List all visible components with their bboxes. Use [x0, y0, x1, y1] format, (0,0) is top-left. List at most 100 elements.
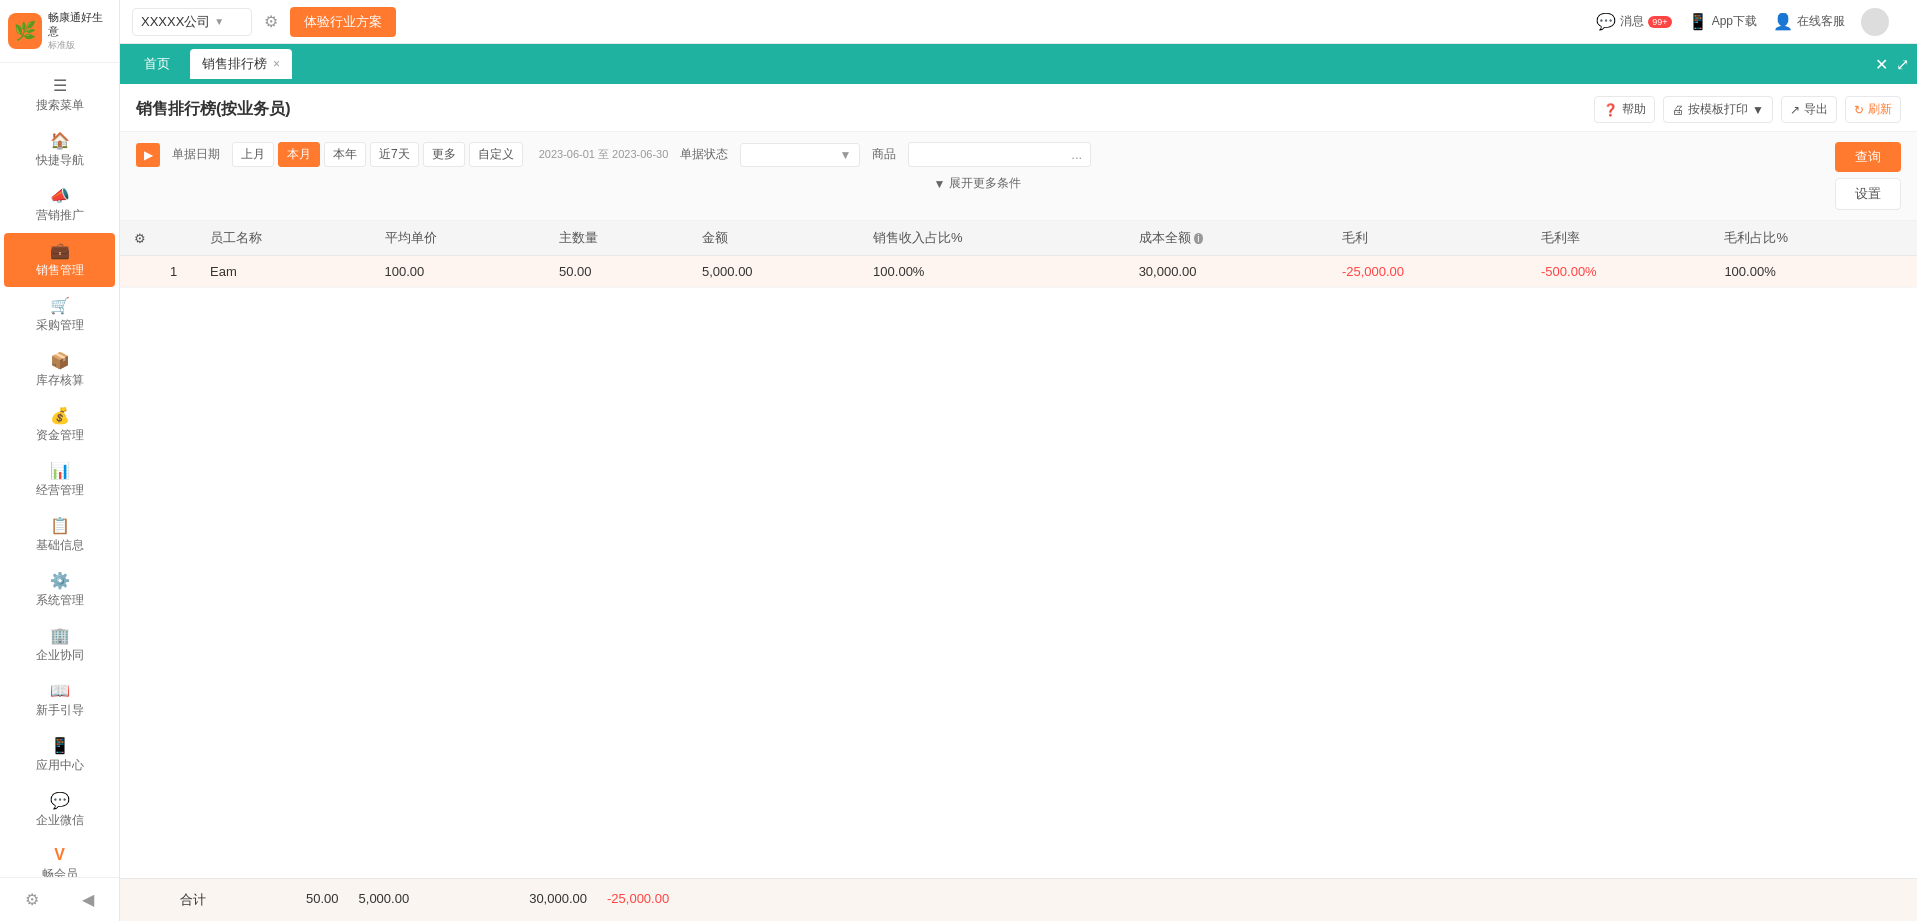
sidebar-settings-button[interactable]: ⚙: [21, 886, 43, 913]
sidebar-item-sales[interactable]: 💼 销售管理: [4, 233, 115, 287]
system-icon: ⚙️: [50, 571, 70, 590]
tab-label: 销售排行榜: [202, 55, 267, 73]
sidebar-item-label: 应用中心: [36, 757, 84, 774]
sidebar-item-marketing[interactable]: 📣 营销推广: [4, 178, 115, 232]
user-avatar[interactable]: [1861, 8, 1889, 36]
tab-close-icon[interactable]: ×: [273, 57, 280, 71]
sidebar-item-search-order[interactable]: ☰ 搜索菜单: [4, 68, 115, 122]
page-actions: ❓ 帮助 🖨 按模板打印 ▼ ↗ 导出 ↻ 刷新: [1594, 96, 1901, 123]
message-icon: 💬: [1596, 12, 1616, 31]
app-download-button[interactable]: 📱 App下载: [1688, 12, 1757, 31]
settings-button[interactable]: 设置: [1835, 178, 1901, 210]
filter-expand-arrow[interactable]: ▶: [136, 143, 160, 167]
expand-more-btn[interactable]: ▼ 展开更多条件: [926, 171, 1030, 196]
sidebar-item-member[interactable]: V 畅会员: [4, 838, 115, 877]
help-button[interactable]: ❓ 帮助: [1594, 96, 1655, 123]
template-print-button[interactable]: 🖨 按模板打印 ▼: [1663, 96, 1773, 123]
footer-label: 合计: [170, 887, 216, 913]
sidebar-item-system[interactable]: ⚙️ 系统管理: [4, 563, 115, 617]
sidebar-item-inventory[interactable]: 📦 库存核算: [4, 343, 115, 397]
date-btn-last-month[interactable]: 上月: [232, 142, 274, 167]
tab-home[interactable]: 首页: [128, 47, 186, 81]
query-button[interactable]: 查询: [1835, 142, 1901, 172]
tab-sales-ranking[interactable]: 销售排行榜 ×: [190, 49, 292, 79]
sidebar-item-finance[interactable]: 💰 资金管理: [4, 398, 115, 452]
page-title: 销售排行榜(按业务员): [136, 99, 291, 120]
cell-gross-ratio: 100.00%: [1714, 256, 1917, 288]
sidebar-item-label: 快捷导航: [36, 152, 84, 169]
cell-rank: 1: [160, 256, 200, 288]
cell-settings: [120, 256, 160, 288]
window-expand-icon[interactable]: ⤢: [1896, 55, 1909, 74]
message-button[interactable]: 💬 消息 99+: [1596, 12, 1671, 31]
online-service-label: 在线客服: [1797, 13, 1845, 30]
expand-down-icon: ▼: [934, 177, 946, 191]
help-icon: ❓: [1603, 103, 1618, 117]
sidebar-item-label: 库存核算: [36, 372, 84, 389]
online-service-button[interactable]: 👤 在线客服: [1773, 12, 1845, 31]
cost-info-icon[interactable]: i: [1194, 233, 1202, 244]
filter-actions: 查询 设置: [1835, 142, 1901, 210]
sidebar-item-app-center[interactable]: 📱 应用中心: [4, 728, 115, 782]
window-close-icon[interactable]: ✕: [1875, 55, 1888, 74]
cell-amount: 5,000.00: [692, 256, 863, 288]
expand-row: ▼ 展开更多条件: [136, 167, 1819, 200]
goods-search-field[interactable]: [917, 148, 1067, 162]
refresh-button[interactable]: ↻ 刷新: [1845, 96, 1901, 123]
app-center-icon: 📱: [50, 736, 70, 755]
company-selector[interactable]: XXXXX公司 ▼: [132, 8, 252, 36]
col-rank: [160, 221, 200, 256]
sidebar-collapse-button[interactable]: ◀: [78, 886, 98, 913]
sidebar-item-quick-nav[interactable]: 🏠 快捷导航: [4, 123, 115, 177]
column-settings-icon[interactable]: ⚙: [134, 231, 146, 246]
refresh-icon: ↻: [1854, 103, 1864, 117]
cell-cost: 30,000.00: [1129, 256, 1332, 288]
sidebar-item-enterprise-wechat[interactable]: 💬 企业微信: [4, 783, 115, 837]
finance-icon: 💰: [50, 406, 70, 425]
export-button[interactable]: ↗ 导出: [1781, 96, 1837, 123]
enterprise-icon: 🏢: [50, 626, 70, 645]
tab-bar-right: ✕ ⤢: [1875, 55, 1909, 74]
sidebar-item-enterprise[interactable]: 🏢 企业协同: [4, 618, 115, 672]
sidebar-item-label: 企业协同: [36, 647, 84, 664]
date-btn-this-month[interactable]: 本月: [278, 142, 320, 167]
sidebar-item-label: 营销推广: [36, 207, 84, 224]
sidebar-item-label: 搜索菜单: [36, 97, 84, 114]
col-gross: 毛利: [1332, 221, 1531, 256]
marketing-icon: 📣: [50, 186, 70, 205]
date-btn-7days[interactable]: 近7天: [370, 142, 419, 167]
filter-row-1: ▶ 单据日期 上月 本月 本年 近7天 更多 自定义 2023-06-01 至 …: [136, 142, 1819, 167]
app-name: 畅康通好生意: [48, 10, 111, 39]
sidebar-item-guide[interactable]: 📖 新手引导: [4, 673, 115, 727]
status-label: 单据状态: [680, 146, 728, 163]
sidebar-item-basic-info[interactable]: 📋 基础信息: [4, 508, 115, 562]
table-header-row: ⚙ 员工名称 平均单价 主数量 金额 销售收入占比% 成本全额 i 毛利 毛利率…: [120, 221, 1917, 256]
status-chevron-icon: ▼: [839, 148, 851, 162]
sidebar-item-operations[interactable]: 📊 经营管理: [4, 453, 115, 507]
sidebar-item-purchase[interactable]: 🛒 采购管理: [4, 288, 115, 342]
table-row: 1 Eam 100.00 50.00 5,000.00 100.00% 30,0…: [120, 256, 1917, 288]
sidebar: 🌿 畅康通好生意 标准版 ☰ 搜索菜单 🏠 快捷导航 📣 营销推广 💼 销售管理…: [0, 0, 120, 921]
sidebar-item-label: 基础信息: [36, 537, 84, 554]
date-btn-custom[interactable]: 自定义: [469, 142, 523, 167]
cell-quantity: 50.00: [549, 256, 692, 288]
message-badge: 99+: [1648, 16, 1671, 28]
app-logo-icon: 🌿: [8, 13, 42, 49]
home-icon: 🏠: [50, 131, 70, 150]
search-order-icon: ☰: [53, 76, 67, 95]
date-btn-more[interactable]: 更多: [423, 142, 465, 167]
basic-info-icon: 📋: [50, 516, 70, 535]
goods-more-icon: ...: [1071, 147, 1082, 162]
footer-quantity: 50.00: [296, 887, 349, 913]
print-icon: 🖨: [1672, 103, 1684, 117]
col-avg-price: 平均单价: [375, 221, 550, 256]
trial-button[interactable]: 体验行业方案: [290, 7, 396, 37]
col-quantity: 主数量: [549, 221, 692, 256]
date-btn-this-year[interactable]: 本年: [324, 142, 366, 167]
date-range-text: 2023-06-01 至 2023-06-30: [539, 147, 669, 162]
sidebar-item-label: 经营管理: [36, 482, 84, 499]
goods-input[interactable]: ...: [908, 142, 1091, 167]
header-settings-icon[interactable]: ⚙: [260, 8, 282, 35]
cell-gross-rate: -500.00%: [1531, 256, 1714, 288]
status-select[interactable]: ▼: [740, 143, 860, 167]
